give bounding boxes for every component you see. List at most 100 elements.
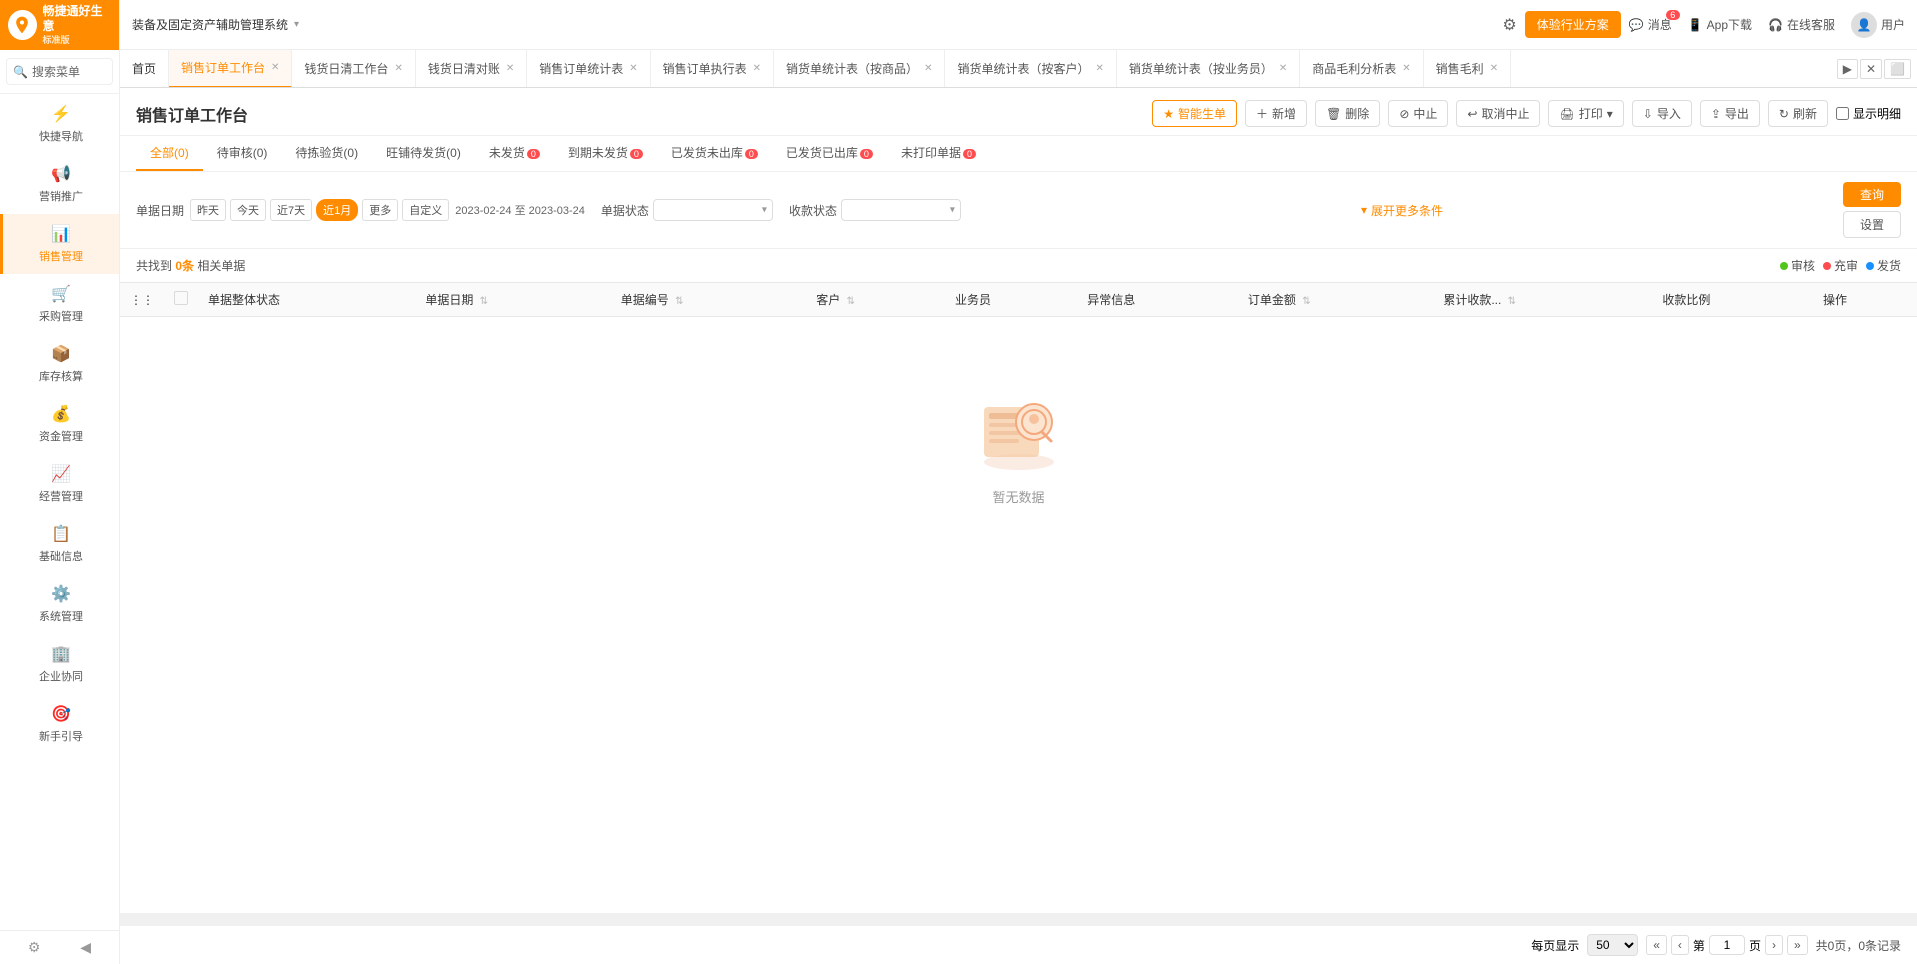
topbar-settings-icon[interactable]: ⚙ bbox=[1502, 15, 1516, 35]
tab-sales-stats[interactable]: 销售订单统计表 ✕ bbox=[527, 50, 650, 88]
print-button[interactable]: 🖨 打印 ▾ bbox=[1548, 100, 1623, 127]
tab-sales-stats-close[interactable]: ✕ bbox=[629, 63, 637, 74]
tab-product-margin[interactable]: 商品毛利分析表 ✕ bbox=[1300, 50, 1423, 88]
cancel-action-btn[interactable]: 充审 bbox=[1823, 257, 1858, 274]
import-button[interactable]: ⇩ 导入 bbox=[1632, 100, 1692, 127]
export-button[interactable]: ⇪ 导出 bbox=[1700, 100, 1760, 127]
table-scroll[interactable]: ⋮⋮ 单据整体状态 单据日期 ⇅ bbox=[120, 282, 1917, 913]
stop-button[interactable]: ⊘ 中止 bbox=[1388, 100, 1448, 127]
filter-tab-all[interactable]: 全部(0) bbox=[136, 136, 203, 171]
add-button[interactable]: ＋ 新增 bbox=[1245, 100, 1307, 127]
date-btn-custom[interactable]: 自定义 bbox=[402, 199, 449, 221]
next-page-btn[interactable]: › bbox=[1765, 935, 1783, 955]
sidebar-item-system[interactable]: ⚙️ 系统管理 bbox=[0, 574, 119, 634]
tab-sales-summary-client-close[interactable]: ✕ bbox=[1095, 63, 1103, 74]
tab-cash-daily[interactable]: 钱货日清工作台 ✕ bbox=[292, 50, 415, 88]
message-item[interactable]: 💬 6 消息 bbox=[1629, 16, 1672, 33]
tab-sales-exec-close[interactable]: ✕ bbox=[753, 63, 761, 74]
tab-cash-reconcile[interactable]: 钱货日清对账 ✕ bbox=[416, 50, 527, 88]
query-button[interactable]: 查询 bbox=[1843, 182, 1901, 207]
ship-action-btn[interactable]: 发货 bbox=[1866, 257, 1901, 274]
status-select[interactable] bbox=[653, 199, 773, 221]
sidebar-search-button[interactable]: 🔍 搜索菜单 bbox=[6, 58, 113, 85]
tab-sales-exec[interactable]: 销售订单执行表 ✕ bbox=[651, 50, 774, 88]
page-number-input[interactable] bbox=[1709, 935, 1745, 955]
tab-scroll-right-btn[interactable]: ▶ bbox=[1837, 59, 1858, 79]
show-details-checkbox[interactable] bbox=[1836, 107, 1849, 120]
tab-sales-gross-close[interactable]: ✕ bbox=[1490, 63, 1498, 74]
sidebar-item-basic[interactable]: 📋 基础信息 bbox=[0, 514, 119, 574]
tab-sales-summary-product[interactable]: 销货单统计表（按商品） ✕ bbox=[774, 50, 945, 88]
col-status[interactable]: 单据整体状态 bbox=[198, 283, 415, 317]
refresh-button[interactable]: ↻ 刷新 bbox=[1768, 100, 1828, 127]
filter-tab-wangpu-pending[interactable]: 旺铺待发货(0) bbox=[372, 136, 475, 171]
tab-sales-summary-product-close[interactable]: ✕ bbox=[924, 63, 932, 74]
smart-generate-button[interactable]: ★ 智能生单 bbox=[1152, 100, 1237, 127]
first-page-btn[interactable]: « bbox=[1646, 935, 1667, 955]
sidebar-item-operations[interactable]: 📈 经营管理 bbox=[0, 454, 119, 514]
tab-close-all-btn[interactable]: ✕ bbox=[1860, 59, 1882, 79]
sidebar-settings-btn[interactable]: ⚙ bbox=[28, 939, 41, 956]
prev-page-btn[interactable]: ‹ bbox=[1671, 935, 1689, 955]
col-date[interactable]: 单据日期 ⇅ bbox=[415, 283, 610, 317]
delete-button[interactable]: 🗑 删除 bbox=[1315, 100, 1380, 127]
cancel-stop-button[interactable]: ↩ 取消中止 bbox=[1456, 100, 1540, 127]
horizontal-scrollbar[interactable] bbox=[120, 913, 1917, 925]
sidebar-collapse-btn[interactable]: ◀ bbox=[80, 939, 91, 956]
col-number[interactable]: 单据编号 ⇅ bbox=[611, 283, 806, 317]
audit-action-btn[interactable]: 审核 bbox=[1780, 257, 1815, 274]
sidebar-item-enterprise[interactable]: 🏢 企业协同 bbox=[0, 634, 119, 694]
settings-button[interactable]: 设置 bbox=[1843, 211, 1901, 238]
filter-tab-not-printed[interactable]: 未打印单据0 bbox=[887, 136, 990, 171]
filter-tab-pending-inspect[interactable]: 待拣验货(0) bbox=[281, 136, 372, 171]
expand-conditions-button[interactable]: ▾ 展开更多条件 bbox=[1361, 202, 1443, 219]
col-client[interactable]: 客户 ⇅ bbox=[806, 283, 945, 317]
col-amount[interactable]: 订单金额 ⇅ bbox=[1238, 283, 1433, 317]
payment-select-wrapper: ▾ bbox=[841, 199, 961, 221]
col-collected[interactable]: 累计收款... ⇅ bbox=[1433, 283, 1652, 317]
filter-tab-overdue-ship[interactable]: 到期未发货0 bbox=[554, 136, 657, 171]
tab-product-margin-close[interactable]: ✕ bbox=[1402, 63, 1410, 74]
tab-cash-daily-close[interactable]: ✕ bbox=[394, 63, 402, 74]
sidebar-item-finance[interactable]: 💰 资金管理 bbox=[0, 394, 119, 454]
tab-sales-summary-client[interactable]: 销货单统计表（按客户） ✕ bbox=[945, 50, 1116, 88]
expand-icon: ▾ bbox=[1361, 203, 1367, 217]
tab-maximize-btn[interactable]: ⬜ bbox=[1884, 59, 1911, 79]
tab-home[interactable]: 首页 bbox=[120, 50, 169, 88]
sidebar-item-inventory[interactable]: 📦 库存核算 bbox=[0, 334, 119, 394]
payment-select[interactable] bbox=[841, 199, 961, 221]
sidebar-item-quick-nav[interactable]: ⚡ 快捷导航 bbox=[0, 94, 119, 154]
last-page-btn[interactable]: » bbox=[1787, 935, 1808, 955]
col-exception[interactable]: 异常信息 bbox=[1077, 283, 1238, 317]
online-service-item[interactable]: 🎧 在线客服 bbox=[1768, 16, 1835, 33]
tab-sales-gross[interactable]: 销售毛利 ✕ bbox=[1424, 50, 1511, 88]
date-btn-1month[interactable]: 近1月 bbox=[316, 199, 358, 221]
sidebar-item-marketing[interactable]: 📢 营销推广 bbox=[0, 154, 119, 214]
tab-cash-reconcile-close[interactable]: ✕ bbox=[506, 63, 514, 74]
sidebar-item-sales[interactable]: 📊 销售管理 bbox=[0, 214, 119, 274]
show-details-toggle[interactable]: 显示明细 bbox=[1836, 105, 1901, 122]
sidebar-item-purchase[interactable]: 🛒 采购管理 bbox=[0, 274, 119, 334]
date-btn-yesterday[interactable]: 昨天 bbox=[190, 199, 226, 221]
filter-tab-shipped-in[interactable]: 已发货已出库0 bbox=[772, 136, 887, 171]
sidebar-item-guide[interactable]: 🎯 新手引导 bbox=[0, 694, 119, 754]
tab-sales-workbench-close[interactable]: ✕ bbox=[271, 62, 279, 73]
solution-button[interactable]: 体验行业方案 bbox=[1525, 11, 1621, 38]
user-item[interactable]: 👤 用户 bbox=[1851, 12, 1905, 38]
app-download-item[interactable]: 📱 App下载 bbox=[1688, 16, 1752, 33]
topbar: 装备及固定资产辅助管理系统 ▾ ⚙ 体验行业方案 💬 6 消息 📱 App下载 … bbox=[120, 0, 1917, 50]
date-btn-more[interactable]: 更多 bbox=[362, 199, 398, 221]
select-all-checkbox[interactable] bbox=[174, 291, 188, 305]
col-checkbox[interactable] bbox=[164, 283, 198, 317]
date-btn-7days[interactable]: 近7天 bbox=[270, 199, 312, 221]
col-staff[interactable]: 业务员 bbox=[945, 283, 1077, 317]
tab-sales-workbench[interactable]: 销售订单工作台 ✕ bbox=[169, 50, 292, 88]
content-area: 销售订单工作台 ★ 智能生单 ＋ 新增 🗑 删除 ⊘ bbox=[120, 88, 1917, 964]
tab-sales-summary-staff[interactable]: 销货单统计表（按业务员） ✕ bbox=[1117, 50, 1300, 88]
tab-sales-summary-staff-close[interactable]: ✕ bbox=[1279, 63, 1287, 74]
filter-tab-not-shipped[interactable]: 未发货0 bbox=[475, 136, 554, 171]
filter-tab-shipped-not-in[interactable]: 已发货未出库0 bbox=[657, 136, 772, 171]
filter-tab-pending-audit[interactable]: 待审核(0) bbox=[203, 136, 282, 171]
page-size-select[interactable]: 50 100 200 bbox=[1587, 934, 1638, 956]
date-btn-today[interactable]: 今天 bbox=[230, 199, 266, 221]
